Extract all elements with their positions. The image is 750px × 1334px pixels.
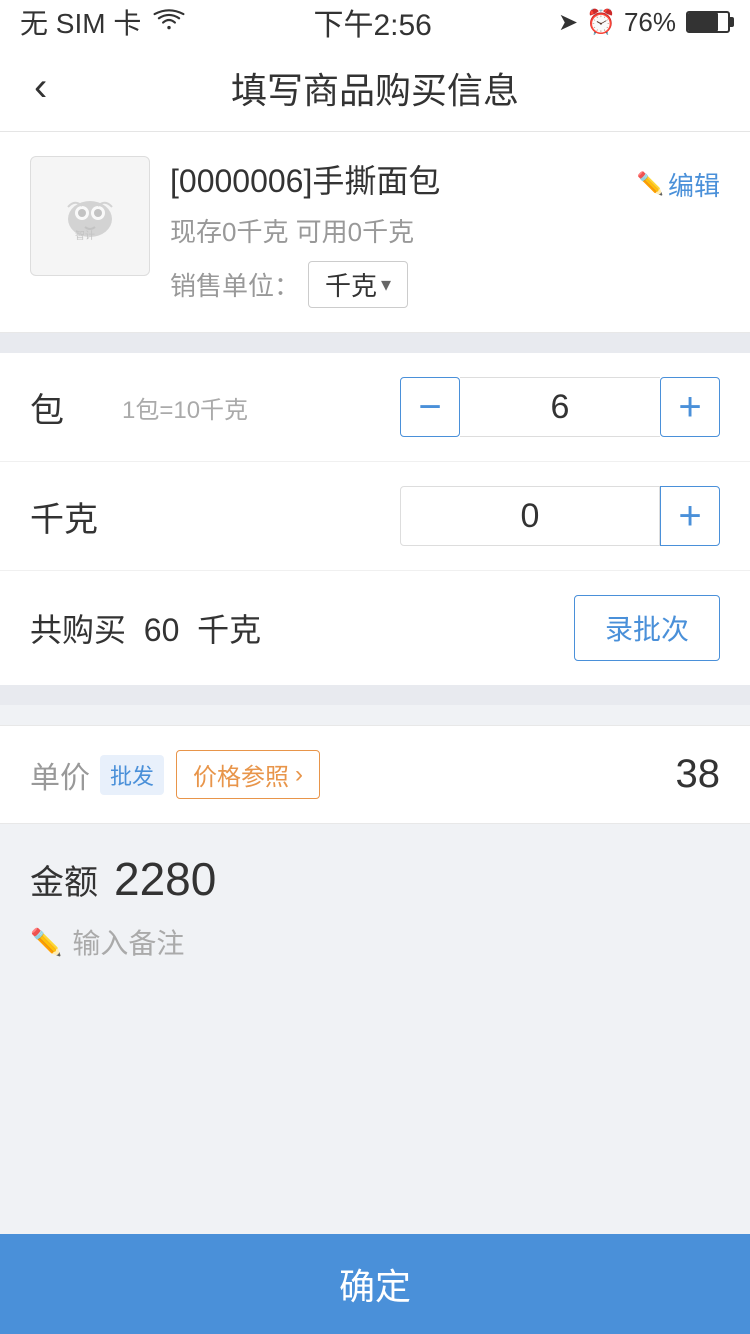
amount-section: 金额 2280 ✏️ 输入备注 bbox=[0, 824, 750, 982]
record-batch-button[interactable]: 录批次 bbox=[574, 595, 720, 661]
product-stock: 现存0千克 可用0千克 bbox=[170, 212, 720, 249]
price-value: 38 bbox=[676, 752, 721, 797]
kg-increment-button[interactable]: + bbox=[660, 486, 720, 546]
amount-row: 金额 2280 bbox=[30, 852, 720, 906]
status-right: ➤ ⏰ 76% bbox=[558, 7, 730, 38]
edit-button[interactable]: ✏️ 编辑 bbox=[637, 156, 720, 212]
status-left: 无 SIM 卡 bbox=[20, 2, 187, 42]
price-section: 单价 批发 价格参照 › 38 bbox=[0, 725, 750, 824]
pencil-icon: ✏️ bbox=[30, 927, 62, 958]
amount-label: 金额 bbox=[30, 855, 98, 904]
total-text: 共购买 60 千克 bbox=[30, 605, 261, 651]
kg-qty-control: + bbox=[400, 486, 720, 546]
nav-bar: ‹ 填写商品购买信息 bbox=[0, 44, 750, 132]
battery-icon bbox=[686, 11, 730, 33]
dropdown-icon: ▾ bbox=[381, 272, 391, 297]
location-icon: ➤ bbox=[558, 8, 578, 37]
price-tag: 批发 bbox=[100, 755, 164, 795]
note-label: 输入备注 bbox=[72, 922, 184, 962]
back-button[interactable]: ‹ bbox=[24, 55, 57, 120]
note-row[interactable]: ✏️ 输入备注 bbox=[30, 922, 720, 962]
price-ref-arrow: › bbox=[295, 761, 303, 789]
price-row: 单价 批发 价格参照 › 38 bbox=[30, 750, 720, 799]
section-separator-2 bbox=[0, 685, 750, 705]
alarm-icon: ⏰ bbox=[586, 8, 616, 37]
product-name: [0000006]手撕面包 bbox=[170, 156, 440, 202]
price-ref-label: 价格参照 bbox=[193, 757, 289, 792]
package-decrement-button[interactable]: − bbox=[400, 377, 460, 437]
product-unit: 销售单位： 千克 ▾ bbox=[170, 261, 720, 308]
page-title: 填写商品购买信息 bbox=[231, 62, 519, 114]
kg-quantity-input[interactable] bbox=[400, 486, 660, 546]
section-separator-1 bbox=[0, 333, 750, 353]
status-time: 下午2:56 bbox=[313, 0, 431, 44]
carrier-text: 无 SIM 卡 bbox=[20, 2, 141, 42]
product-card: 智计 [0000006]手撕面包 ✏️ 编辑 现存0千克 可用0千克 销售单位：… bbox=[0, 132, 750, 333]
status-bar: 无 SIM 卡 下午2:56 ➤ ⏰ 76% bbox=[0, 0, 750, 44]
package-quantity-input[interactable] bbox=[460, 377, 660, 437]
package-row: 包 1包=10千克 − + bbox=[0, 353, 750, 462]
total-row: 共购买 60 千克 录批次 bbox=[0, 571, 750, 685]
total-unit: 千克 bbox=[197, 612, 261, 648]
svg-text:智计: 智计 bbox=[75, 229, 95, 241]
product-image: 智计 bbox=[30, 156, 150, 276]
edit-label: 编辑 bbox=[668, 166, 720, 203]
input-section: 包 1包=10千克 − + 千克 + bbox=[0, 353, 750, 571]
price-label: 单价 bbox=[30, 753, 90, 797]
package-label: 包 bbox=[30, 383, 110, 432]
battery-text: 76% bbox=[624, 7, 676, 38]
package-increment-button[interactable]: + bbox=[660, 377, 720, 437]
kg-label: 千克 bbox=[30, 492, 110, 541]
wifi-icon bbox=[151, 6, 187, 38]
product-info: [0000006]手撕面包 ✏️ 编辑 现存0千克 可用0千克 销售单位： 千克… bbox=[170, 156, 720, 308]
kg-row: 千克 + bbox=[0, 462, 750, 571]
edit-icon: ✏️ bbox=[637, 171, 664, 197]
package-hint: 1包=10千克 bbox=[122, 390, 400, 425]
confirm-button[interactable]: 确定 bbox=[0, 1234, 750, 1334]
total-amount: 60 bbox=[144, 612, 180, 648]
unit-select[interactable]: 千克 ▾ bbox=[308, 261, 408, 308]
price-ref-button[interactable]: 价格参照 › bbox=[176, 750, 320, 799]
package-qty-control: − + bbox=[400, 377, 720, 437]
amount-value: 2280 bbox=[114, 852, 216, 906]
